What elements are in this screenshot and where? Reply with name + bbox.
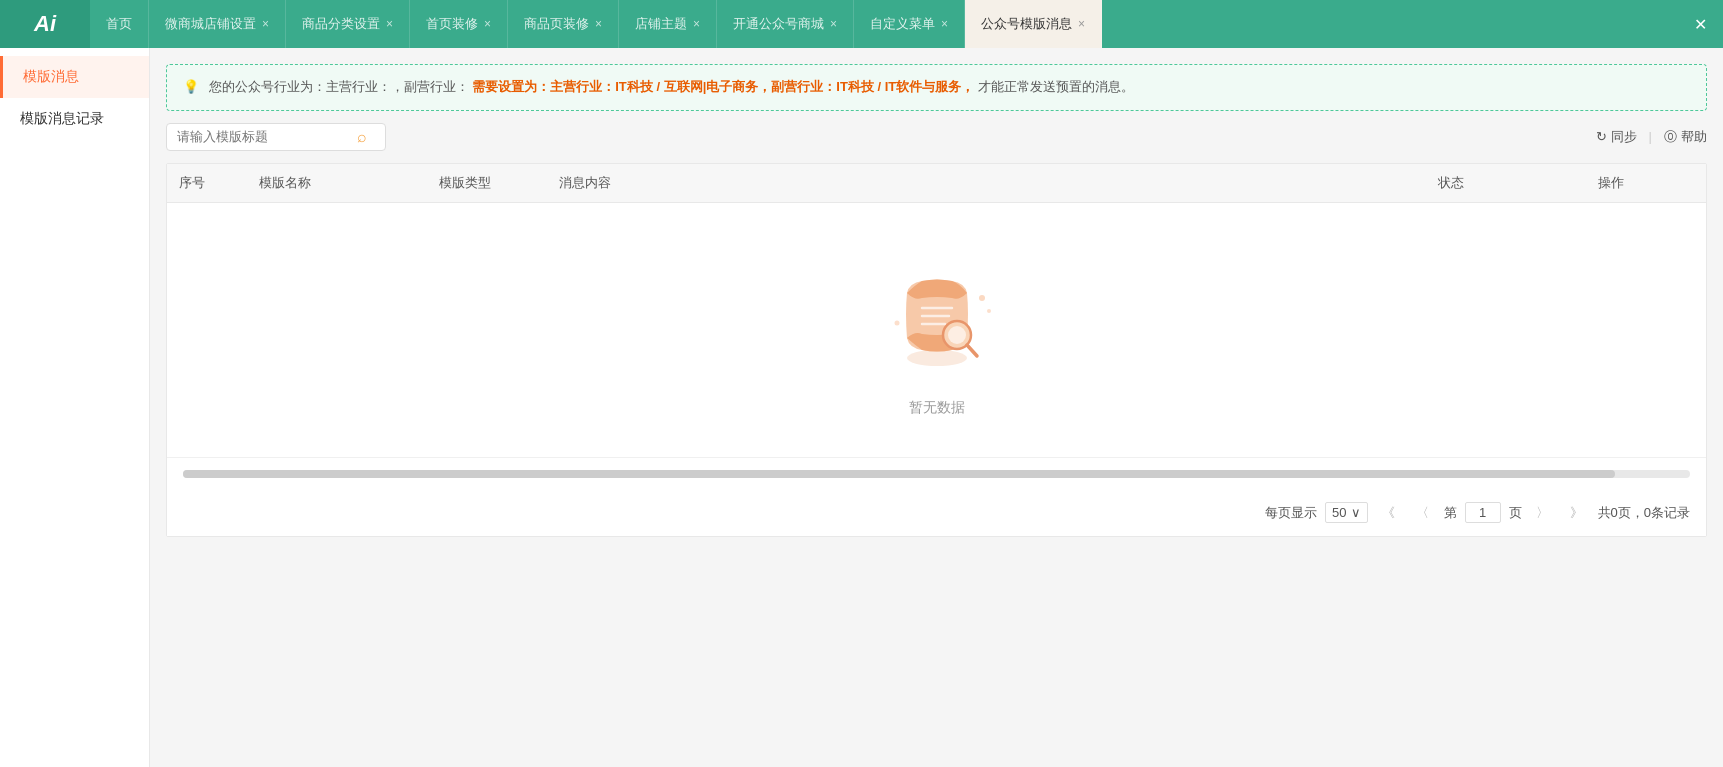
svg-point-0: [907, 350, 967, 366]
svg-point-5: [948, 326, 966, 344]
nav-tab-custom-menu-label: 自定义菜单: [870, 15, 935, 33]
nav-tabs: 首页 微商城店铺设置 × 商品分类设置 × 首页装修 × 商品页装修 × 店铺主…: [90, 0, 1694, 48]
scrollbar-area: [167, 457, 1706, 490]
nav-tab-home-label: 首页: [106, 15, 132, 33]
current-page-input[interactable]: 1: [1465, 502, 1501, 523]
notice-prefix: 您的公众号行业为：主营行业：，副营行业：: [209, 79, 469, 94]
search-input[interactable]: [177, 129, 357, 144]
current-page-value: 1: [1479, 505, 1486, 520]
sync-label: 同步: [1611, 128, 1637, 146]
page-label-zhi: 第: [1444, 504, 1457, 522]
prev-page-button[interactable]: 〈: [1410, 500, 1436, 526]
last-page-button[interactable]: 》: [1564, 500, 1590, 526]
th-action: 操作: [1586, 174, 1706, 192]
help-label: 帮助: [1681, 128, 1707, 146]
nav-tab-shop-theme-label: 店铺主题: [635, 15, 687, 33]
horizontal-scrollbar[interactable]: [183, 470, 1690, 478]
page-size-value: 50: [1332, 505, 1346, 520]
nav-tab-open-mall-label: 开通公众号商城: [733, 15, 824, 33]
nav-tab-product-decoration-close[interactable]: ×: [595, 18, 602, 30]
page-size-select[interactable]: 50 ∨: [1325, 502, 1367, 523]
nav-tab-open-mall[interactable]: 开通公众号商城 ×: [717, 0, 854, 48]
pagination: 每页显示 50 ∨ 《 〈 第 1 页 〉 》 共0页，0条记录: [167, 490, 1706, 536]
nav-tab-shop-settings-close[interactable]: ×: [262, 18, 269, 30]
sync-icon: ↻: [1596, 129, 1607, 144]
empty-illustration: [877, 263, 997, 383]
help-button[interactable]: ⓪ 帮助: [1664, 128, 1707, 146]
th-content: 消息内容: [547, 174, 1426, 192]
th-name: 模版名称: [247, 174, 427, 192]
nav-tab-product-decoration[interactable]: 商品页装修 ×: [508, 0, 619, 48]
page-label-ye: 页: [1509, 504, 1522, 522]
sidebar-item-template-message-log-label: 模版消息记录: [20, 110, 104, 126]
nav-tab-open-mall-close[interactable]: ×: [830, 18, 837, 30]
empty-state: 暂无数据: [167, 203, 1706, 457]
page-size-dropdown-icon: ∨: [1351, 505, 1361, 520]
search-box[interactable]: ⌕: [166, 123, 386, 151]
nav-tab-shop-settings[interactable]: 微商城店铺设置 ×: [149, 0, 286, 48]
sidebar-item-template-message-label: 模版消息: [23, 68, 79, 84]
nav-tab-custom-menu-close[interactable]: ×: [941, 18, 948, 30]
nav-tab-shop-theme[interactable]: 店铺主题 ×: [619, 0, 717, 48]
first-page-button[interactable]: 《: [1376, 500, 1402, 526]
nav-tab-category-settings[interactable]: 商品分类设置 ×: [286, 0, 410, 48]
sync-button[interactable]: ↻ 同步: [1596, 128, 1637, 146]
nav-tab-shop-settings-label: 微商城店铺设置: [165, 15, 256, 33]
notice-highlight: 需要设置为：主营行业：IT科技 / 互联网|电子商务，副营行业：IT科技 / I…: [472, 79, 974, 94]
th-status: 状态: [1426, 174, 1586, 192]
sidebar: 模版消息 模版消息记录: [0, 48, 150, 767]
table-header: 序号 模版名称 模版类型 消息内容 状态 操作: [167, 164, 1706, 203]
svg-point-9: [894, 320, 899, 325]
nav-tab-template-message[interactable]: 公众号模版消息 ×: [965, 0, 1102, 48]
toolbar-right: ↻ 同步 | ⓪ 帮助: [1596, 128, 1707, 146]
content-area: 💡 您的公众号行业为：主营行业：，副营行业： 需要设置为：主营行业：IT科技 /…: [150, 48, 1723, 767]
svg-point-7: [979, 295, 985, 301]
notice-banner: 💡 您的公众号行业为：主营行业：，副营行业： 需要设置为：主营行业：IT科技 /…: [166, 64, 1707, 111]
sidebar-item-template-message-log[interactable]: 模版消息记录: [0, 98, 149, 140]
nav-tab-home-decoration-close[interactable]: ×: [484, 18, 491, 30]
total-info: 共0页，0条记录: [1598, 504, 1690, 522]
nav-tab-product-decoration-label: 商品页装修: [524, 15, 589, 33]
svg-line-6: [967, 345, 977, 356]
nav-tab-shop-theme-close[interactable]: ×: [693, 18, 700, 30]
notice-suffix: 才能正常发送预置的消息。: [978, 79, 1134, 94]
top-nav: Ai 首页 微商城店铺设置 × 商品分类设置 × 首页装修 × 商品页装修 × …: [0, 0, 1723, 48]
toolbar: ⌕ ↻ 同步 | ⓪ 帮助: [166, 123, 1707, 151]
toolbar-divider: |: [1649, 129, 1652, 144]
nav-tab-home-decoration-label: 首页装修: [426, 15, 478, 33]
nav-tab-home[interactable]: 首页: [90, 0, 149, 48]
svg-point-8: [987, 309, 991, 313]
global-close-button[interactable]: ✕: [1694, 15, 1707, 34]
main-layout: 模版消息 模版消息记录 💡 您的公众号行业为：主营行业：，副营行业： 需要设置为…: [0, 48, 1723, 767]
help-icon: ⓪: [1664, 128, 1677, 146]
nav-tab-custom-menu[interactable]: 自定义菜单 ×: [854, 0, 965, 48]
sidebar-item-template-message[interactable]: 模版消息: [0, 56, 149, 98]
scrollbar-thumb[interactable]: [183, 470, 1615, 478]
notice-icon: 💡: [183, 79, 199, 94]
nav-tab-template-message-close[interactable]: ×: [1078, 18, 1085, 30]
nav-tab-category-label: 商品分类设置: [302, 15, 380, 33]
data-table: 序号 模版名称 模版类型 消息内容 状态 操作: [166, 163, 1707, 537]
nav-tab-template-message-label: 公众号模版消息: [981, 15, 1072, 33]
th-type: 模版类型: [427, 174, 547, 192]
next-page-button[interactable]: 〉: [1530, 500, 1556, 526]
empty-text: 暂无数据: [909, 399, 965, 417]
page-size-label: 每页显示: [1265, 504, 1317, 522]
th-index: 序号: [167, 174, 247, 192]
search-icon[interactable]: ⌕: [357, 128, 367, 146]
nav-tab-category-close[interactable]: ×: [386, 18, 393, 30]
app-logo: Ai: [0, 0, 90, 48]
nav-tab-home-decoration[interactable]: 首页装修 ×: [410, 0, 508, 48]
